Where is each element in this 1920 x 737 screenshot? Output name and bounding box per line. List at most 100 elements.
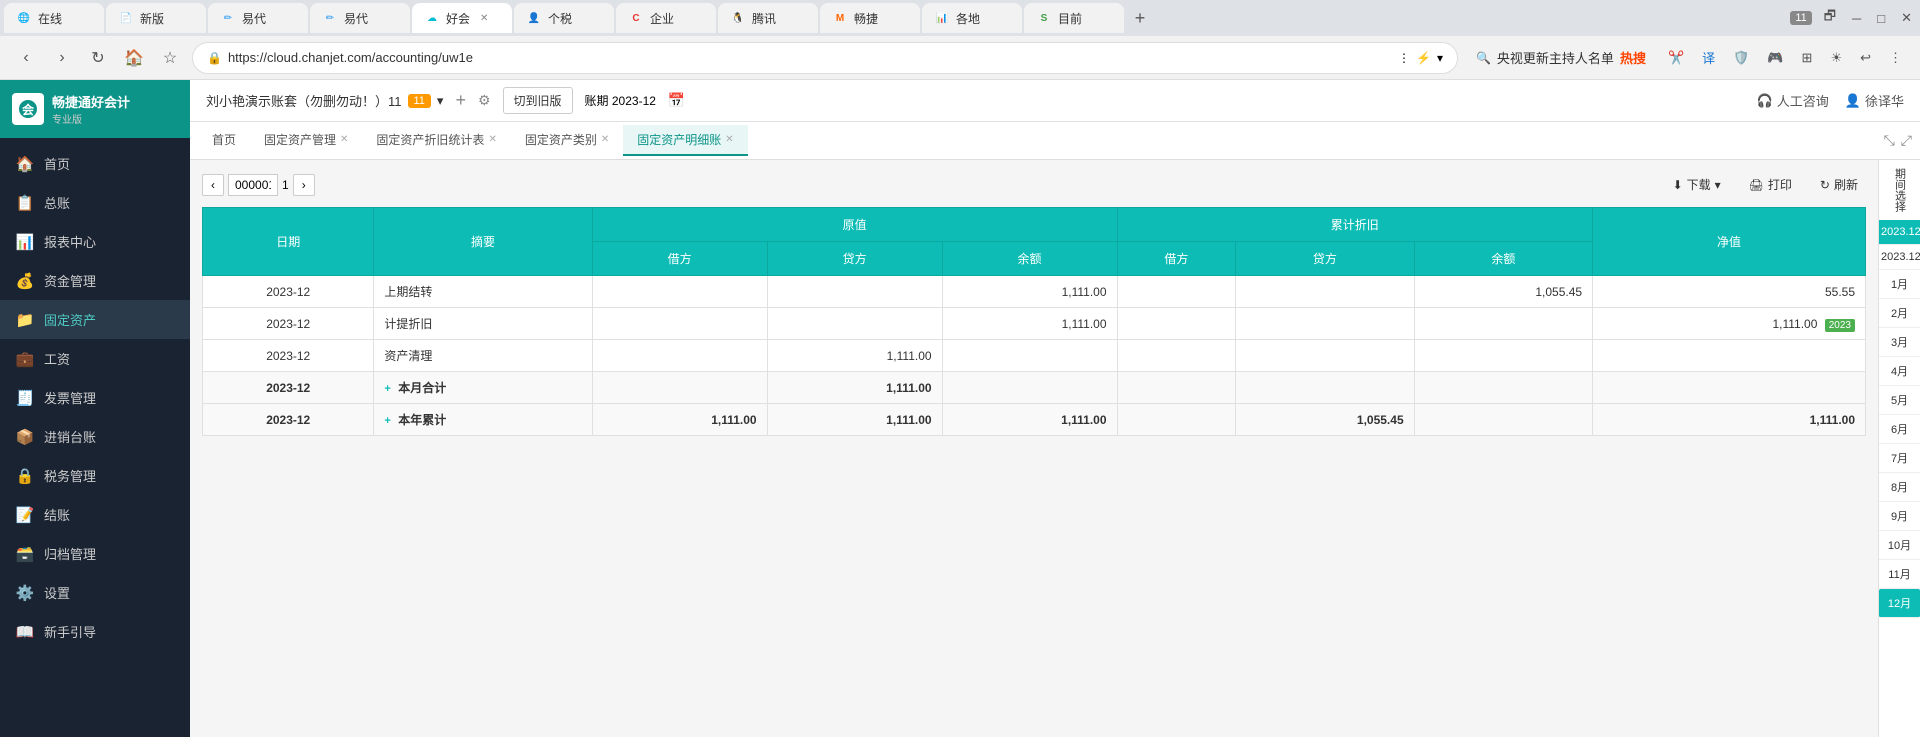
sidebar-item-invoices-label: 发票管理: [44, 388, 96, 407]
lightning-icon[interactable]: ⚡: [1416, 51, 1431, 65]
sidebar-item-payroll-label: 工资: [44, 349, 70, 368]
row2-orig-debit: [592, 308, 767, 340]
sidebar-item-invoices[interactable]: 🧾 发票管理: [0, 378, 190, 417]
period-item-4[interactable]: 4月: [1879, 357, 1920, 386]
history-icon[interactable]: ↩: [1854, 46, 1877, 70]
lock-period-icon[interactable]: 📅: [668, 92, 685, 109]
sidebar-item-guide[interactable]: 📖 新手引导: [0, 612, 190, 651]
funds-icon: 💰: [16, 272, 34, 290]
grid-icon[interactable]: ⊞: [1796, 46, 1819, 70]
minimize-icon[interactable]: ─: [1848, 7, 1865, 30]
more-icon[interactable]: ⋮: [1883, 46, 1908, 70]
tab-depreciation-stat[interactable]: 固定资产折旧统计表 ✕: [362, 125, 510, 156]
settings-button[interactable]: ⚙: [478, 92, 491, 109]
tab-gedi[interactable]: 📊 各地: [922, 3, 1022, 33]
sidebar-item-home[interactable]: 🏠 首页: [0, 144, 190, 183]
period-item-11[interactable]: 11月: [1879, 560, 1920, 589]
sidebar-item-tax[interactable]: 🔒 税务管理: [0, 456, 190, 495]
row5-orig-credit: 1,111.00: [767, 404, 942, 436]
print-button[interactable]: 🖨 打印: [1741, 172, 1800, 197]
period-item-2023-12-top[interactable]: 2023.12: [1879, 220, 1920, 245]
row4-date: 2023-12: [203, 372, 374, 404]
sidebar-item-payroll[interactable]: 💼 工资: [0, 339, 190, 378]
maximize-panel-icon[interactable]: ⤢: [1901, 132, 1912, 149]
period-item-5[interactable]: 5月: [1879, 386, 1920, 415]
sidebar-item-fixed-assets[interactable]: 📁 固定资产: [0, 300, 190, 339]
download-button[interactable]: ⬇ 下载 ▾: [1665, 172, 1729, 197]
sidebar-item-funds[interactable]: 💰 资金管理: [0, 261, 190, 300]
back-button[interactable]: ‹: [12, 44, 40, 72]
sidebar-item-general-ledger[interactable]: 📋 总账: [0, 183, 190, 222]
month-5-label: 5月: [1891, 395, 1908, 407]
refresh-button[interactable]: ↻: [84, 44, 112, 72]
tab-asset-detail-ledger[interactable]: 固定资产明细账 ✕: [623, 125, 747, 156]
next-page-button[interactable]: ›: [293, 174, 315, 196]
period-item-7[interactable]: 7月: [1879, 444, 1920, 473]
period-item-3[interactable]: 3月: [1879, 328, 1920, 357]
period-item-2023-12-2[interactable]: 2023.12: [1879, 245, 1920, 270]
tab-homepage[interactable]: 首页: [198, 125, 250, 156]
monthly-total-icon: +: [384, 383, 390, 395]
period-item-9[interactable]: 9月: [1879, 502, 1920, 531]
refresh-button[interactable]: ↻ 刷新: [1812, 172, 1866, 197]
tab-tengxun[interactable]: 🐧 腾讯: [718, 3, 818, 33]
tab-qiye[interactable]: C 企业: [616, 3, 716, 33]
period-item-8[interactable]: 8月: [1879, 473, 1920, 502]
restore-window-icon[interactable]: 🗗: [1820, 3, 1840, 33]
tab-zaixin[interactable]: 🌐 在线: [4, 3, 104, 33]
game-icon[interactable]: 🎮: [1761, 46, 1789, 70]
tab-muqian[interactable]: S 目前: [1024, 3, 1124, 33]
sidebar-item-tax-label: 税务管理: [44, 466, 96, 485]
table-row: 2023-12 资产清理 1,111.00: [203, 340, 1866, 372]
period-item-10[interactable]: 10月: [1879, 531, 1920, 560]
tab-geshui[interactable]: 👤 个税: [514, 3, 614, 33]
sidebar-item-reports[interactable]: 📊 报表中心: [0, 222, 190, 261]
tab-haohui[interactable]: ☁ 好会 ✕: [412, 3, 512, 33]
tab-close-haohui[interactable]: ✕: [480, 13, 488, 24]
row5-date: 2023-12: [203, 404, 374, 436]
tab-close-depreciation-stat[interactable]: ✕: [488, 134, 496, 145]
home-button[interactable]: 🏠: [120, 44, 148, 72]
period-item-12[interactable]: 12月: [1879, 589, 1920, 618]
minimize-panel-icon[interactable]: ⤡: [1884, 132, 1895, 149]
tab-changjie[interactable]: M 畅捷: [820, 3, 920, 33]
tab-count-badge: 11: [1790, 11, 1811, 25]
forward-button[interactable]: ›: [48, 44, 76, 72]
dropdown-icon[interactable]: ▾: [1437, 51, 1443, 65]
period-item-2[interactable]: 2月: [1879, 299, 1920, 328]
switch-version-button[interactable]: 切到旧版: [503, 87, 573, 114]
download-dropdown-icon[interactable]: ▾: [1715, 178, 1721, 192]
maximize-icon[interactable]: □: [1873, 7, 1889, 30]
tab-label-changjie: 畅捷: [854, 10, 878, 27]
sidebar-item-archive[interactable]: 🗃️ 归档管理: [0, 534, 190, 573]
tab-close-asset-detail-ledger[interactable]: ✕: [725, 134, 733, 145]
dropdown-arrow[interactable]: ▾: [437, 93, 444, 109]
translate-icon[interactable]: 译: [1696, 44, 1721, 71]
bookmark-button[interactable]: ☆: [156, 44, 184, 72]
add-company-button[interactable]: +: [455, 90, 466, 111]
brightness-icon[interactable]: ☀: [1824, 46, 1848, 70]
prev-page-button[interactable]: ‹: [202, 174, 224, 196]
tab-yidai2[interactable]: ✏ 易代: [310, 3, 410, 33]
tab-close-asset-category[interactable]: ✕: [601, 134, 609, 145]
tab-fixed-asset-mgmt[interactable]: 固定资产管理 ✕: [250, 125, 362, 156]
page-number-input[interactable]: [228, 174, 278, 196]
human-service[interactable]: 🎧 人工咨询: [1757, 91, 1829, 110]
url-input-box[interactable]: 🔒 https://cloud.chanjet.com/accounting/u…: [192, 42, 1458, 74]
tab-close-fixed-asset-mgmt[interactable]: ✕: [340, 134, 348, 145]
shield-icon[interactable]: 🛡️: [1727, 46, 1755, 70]
new-tab-button[interactable]: +: [1126, 4, 1154, 32]
tab-yidai1[interactable]: ✏ 易代: [208, 3, 308, 33]
period-item-1[interactable]: 1月: [1879, 270, 1920, 299]
sidebar-item-sales-ledger[interactable]: 📦 进销台账: [0, 417, 190, 456]
period-item-6[interactable]: 6月: [1879, 415, 1920, 444]
tab-bar: 🌐 在线 📄 新版 ✏ 易代 ✏ 易代 ☁ 好会 ✕ 👤 个税 C 企业: [0, 0, 1920, 36]
close-browser-icon[interactable]: ✕: [1897, 6, 1916, 30]
browser-menu-icon[interactable]: ⋮: [1398, 51, 1410, 65]
tab-asset-category[interactable]: 固定资产类别 ✕: [511, 125, 623, 156]
user-profile[interactable]: 👤 徐译华: [1845, 91, 1904, 110]
tab-xinban[interactable]: 📄 新版: [106, 3, 206, 33]
sidebar-item-closing[interactable]: 📝 结账: [0, 495, 190, 534]
sidebar-item-settings[interactable]: ⚙️ 设置: [0, 573, 190, 612]
scissors-icon[interactable]: ✂️: [1662, 46, 1690, 70]
